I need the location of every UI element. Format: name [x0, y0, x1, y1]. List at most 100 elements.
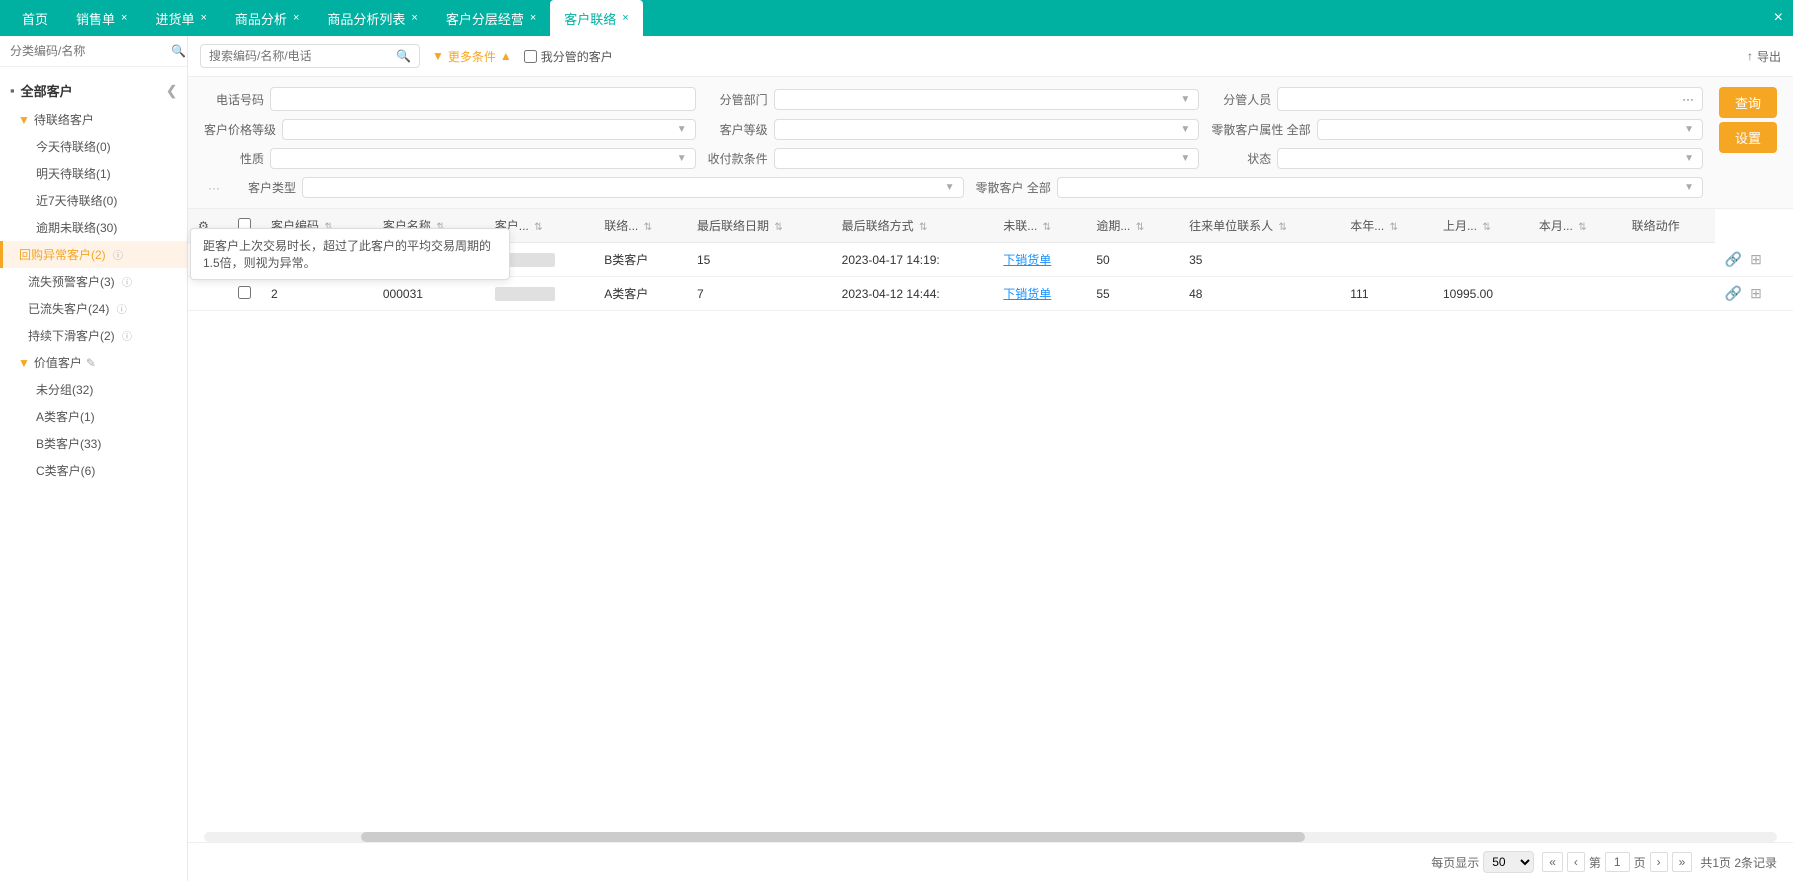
customer-type-arrow: ▼: [945, 182, 955, 193]
col-last-date: 最后联络日期 ⇅: [687, 209, 832, 243]
per-page-select[interactable]: 50 100 200: [1483, 851, 1534, 873]
row1-link-icon[interactable]: 🔗: [1725, 251, 1742, 268]
row2-check[interactable]: [238, 286, 251, 299]
col-overdue: 逾期... ⇅: [1086, 209, 1179, 243]
row2-link-icon[interactable]: 🔗: [1725, 285, 1742, 302]
sidebar-collapse-btn[interactable]: ❮: [166, 83, 177, 99]
per-page-wrap: 每页显示 50 100 200: [1431, 851, 1534, 873]
nav-customer-contact[interactable]: 客户联络 ×: [550, 0, 642, 36]
sidebar-churned[interactable]: 已流失客户(24) ⓘ: [0, 295, 187, 322]
last-page-btn[interactable]: »: [1672, 852, 1693, 872]
last-method-sort-icon[interactable]: ⇅: [919, 222, 927, 233]
nav-customer-tier[interactable]: 客户分层经营 ×: [432, 0, 550, 36]
sidebar-value-header[interactable]: ▼ 价值客户 ✎: [8, 349, 187, 376]
close-customer-tier-tab[interactable]: ×: [530, 12, 536, 24]
main-search-icon[interactable]: 🔍: [396, 49, 411, 63]
price-grade-select[interactable]: ▼: [282, 119, 696, 140]
main-search-input[interactable]: [209, 49, 396, 63]
row2-last-method[interactable]: 下销货单: [993, 277, 1086, 311]
dept-label: 分管部门: [708, 91, 768, 108]
table-row: 2 000031 A类客户 7 2023-04-12 14:44: 下销货单 5…: [188, 277, 1793, 311]
export-button[interactable]: ↑ 导出: [1747, 48, 1781, 65]
close-purchase-tab[interactable]: ×: [200, 12, 206, 24]
retail-attr-select[interactable]: ▼: [1317, 119, 1703, 140]
current-page-input[interactable]: 1: [1605, 852, 1630, 872]
settings-button[interactable]: 设置: [1719, 122, 1777, 153]
sidebar-a-class[interactable]: A类客户(1): [8, 403, 187, 430]
edit-value-section[interactable]: ✎: [86, 356, 96, 370]
row1-this-month: [1622, 243, 1715, 277]
sidebar-churn-warning[interactable]: 流失预警客户(3) ⓘ: [0, 268, 187, 295]
more-conditions-btn[interactable]: ▼ 更多条件 ▲: [432, 48, 512, 65]
more-filter-btn[interactable]: ···: [204, 181, 224, 195]
nav-product-list[interactable]: 商品分析列表 ×: [313, 0, 431, 36]
sidebar-b-class[interactable]: B类客户(33): [8, 430, 187, 457]
sidebar-declining[interactable]: 持续下滑客户(2) ⓘ: [0, 322, 187, 349]
close-all-tabs[interactable]: ×: [1774, 9, 1783, 27]
row1-last-method[interactable]: 下销货单: [993, 243, 1086, 277]
next-page-btn[interactable]: ›: [1650, 852, 1668, 872]
contacts-sort-icon[interactable]: ⇅: [1278, 222, 1286, 233]
this-month-sort-icon[interactable]: ⇅: [1578, 222, 1586, 233]
nav-home[interactable]: 首页: [8, 0, 62, 36]
nav-sales[interactable]: 销售单 ×: [62, 0, 141, 36]
sidebar-tree: ▪ 全部客户 ❮ ▼ 待联络客户 今天待联络(0) 明天待联络(1) 近7天待联…: [0, 67, 187, 881]
col-this-month: 本月... ⇅: [1529, 209, 1622, 243]
filter-form: 电话号码 分管部门 ▼ 分管人员: [188, 77, 1793, 209]
row1-this-year: [1433, 243, 1529, 277]
sidebar-pending-header[interactable]: ▼ 待联络客户: [8, 106, 187, 133]
info-icon-2[interactable]: ⓘ: [122, 278, 132, 289]
nature-select[interactable]: ▼: [270, 148, 696, 169]
sidebar-repurchase-abnormal[interactable]: 回购异常客户(2) ⓘ: [0, 241, 187, 268]
sidebar-search-icon[interactable]: 🔍: [171, 44, 186, 58]
this-year-sort-icon[interactable]: ⇅: [1390, 222, 1398, 233]
scrollbar-thumb[interactable]: [361, 832, 1305, 842]
sidebar-today-pending[interactable]: 今天待联络(0): [8, 133, 187, 160]
sidebar-7days-pending[interactable]: 近7天待联络(0): [8, 187, 187, 214]
col-last-month: 上月... ⇅: [1433, 209, 1529, 243]
status-select[interactable]: ▼: [1277, 148, 1703, 169]
dept-select[interactable]: ▼: [774, 89, 1200, 110]
nature-label: 性质: [204, 150, 264, 167]
my-customer-checkbox[interactable]: [524, 50, 537, 63]
horizontal-scrollbar[interactable]: [204, 832, 1777, 842]
collapse-icon[interactable]: ▪: [10, 83, 15, 98]
col-contact-count: 联络... ⇅: [594, 209, 687, 243]
prev-page-btn[interactable]: ‹: [1567, 852, 1585, 872]
last-month-sort-icon[interactable]: ⇅: [1482, 222, 1490, 233]
last-date-sort-icon[interactable]: ⇅: [774, 222, 782, 233]
row1-contacts: [1340, 243, 1433, 277]
payment-select[interactable]: ▼: [774, 148, 1200, 169]
phone-input[interactable]: [270, 87, 696, 111]
sidebar-overdue-pending[interactable]: 逾期未联络(30): [8, 214, 187, 241]
retail-attr-arrow: ▼: [1684, 124, 1694, 135]
sidebar-all-customers[interactable]: ▪ 全部客户 ❮: [0, 75, 187, 106]
nav-product-analysis[interactable]: 商品分析 ×: [221, 0, 313, 36]
row2-grid-icon[interactable]: ⊞: [1750, 285, 1762, 302]
info-icon-4[interactable]: ⓘ: [122, 332, 132, 343]
customer-type-select[interactable]: ▼: [302, 177, 964, 198]
overdue-sort-icon[interactable]: ⇅: [1136, 222, 1144, 233]
retail-customer-select[interactable]: ▼: [1057, 177, 1703, 198]
sidebar-search-input[interactable]: [10, 44, 165, 58]
close-sales-tab[interactable]: ×: [121, 12, 127, 24]
uncontacted-sort-icon[interactable]: ⇅: [1043, 222, 1051, 233]
sidebar-value-section: ▼ 价值客户 ✎ 未分组(32) A类客户(1) B类客户(33) C类客户(6…: [0, 349, 187, 484]
first-page-btn[interactable]: «: [1542, 852, 1563, 872]
info-icon-1[interactable]: ⓘ: [113, 251, 123, 262]
query-button[interactable]: 查询: [1719, 87, 1777, 118]
sidebar-ungrouped[interactable]: 未分组(32): [8, 376, 187, 403]
sidebar-tomorrow-pending[interactable]: 明天待联络(1): [8, 160, 187, 187]
row2-action-icons: 🔗 ⊞: [1725, 285, 1783, 302]
nav-purchase[interactable]: 进货单 ×: [141, 0, 220, 36]
close-product-list-tab[interactable]: ×: [411, 12, 417, 24]
contact-sort-icon[interactable]: ⇅: [644, 222, 652, 233]
close-customer-contact-tab[interactable]: ×: [622, 12, 628, 24]
close-product-analysis-tab[interactable]: ×: [293, 12, 299, 24]
customer-grade-select[interactable]: ▼: [774, 119, 1200, 140]
person-select[interactable]: ···: [1277, 87, 1703, 111]
row1-grid-icon[interactable]: ⊞: [1750, 251, 1762, 268]
type-sort-icon[interactable]: ⇅: [534, 222, 542, 233]
sidebar-c-class[interactable]: C类客户(6): [8, 457, 187, 484]
info-icon-3[interactable]: ⓘ: [117, 305, 127, 316]
